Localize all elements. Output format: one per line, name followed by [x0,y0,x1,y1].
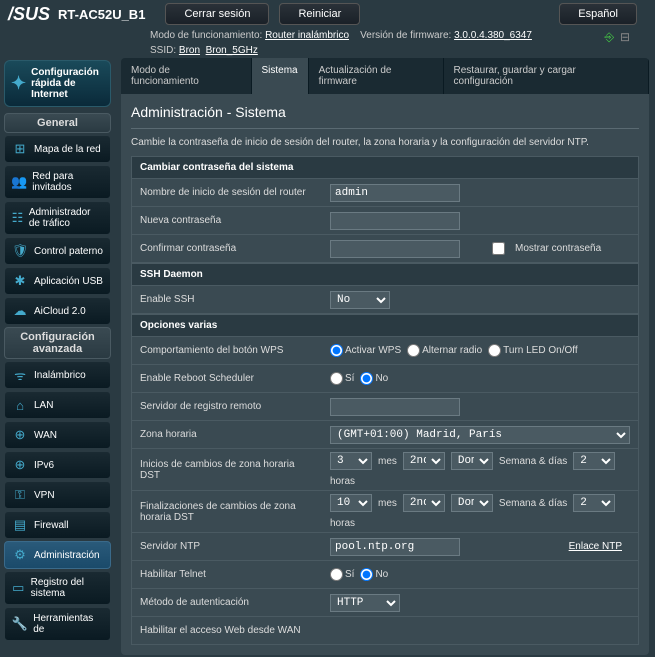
reboot-yes[interactable]: Sí [330,372,354,385]
telnet-no[interactable]: No [360,568,388,581]
tab-system[interactable]: Sistema [252,58,309,94]
tab-opmode[interactable]: Modo de funcionamiento [121,58,252,94]
brand-logo: /SUS [8,4,50,25]
chart-icon: ☷ [11,210,24,226]
telnet-yes[interactable]: Sí [330,568,354,581]
label-auth: Método de autenticación [132,592,322,613]
confirm-pass-input[interactable] [330,240,460,258]
sidebar-item-network-map[interactable]: ⊞Mapa de la red [4,135,111,163]
label-enable-ssh: Enable SSH [132,289,322,310]
usb-icon: ✱ [11,273,29,289]
label-reboot-sched: Enable Reboot Scheduler [132,368,322,389]
sidebar-item-guest[interactable]: 👥Red para invitados [4,165,111,199]
dst-end-day[interactable]: Dom [451,494,493,512]
dst-start-month[interactable]: 3 [330,452,372,470]
show-pass-label: Mostrar contraseña [515,243,601,254]
fw-label: Versión de firmware: [360,30,451,41]
label-confirm-pass: Confirmar contraseña [132,238,322,259]
dst-start-hour[interactable]: 2 [573,452,615,470]
wall-icon: ▤ [11,517,29,533]
wrench-icon: 🔧 [11,616,28,632]
page-desc: Cambie la contraseña de inicio de sesión… [131,137,639,148]
ntp-link[interactable]: Enlace NTP [569,541,622,552]
label-telnet: Habilitar Telnet [132,564,322,585]
cloud-icon: ☁ [11,303,29,319]
ssid-label: SSID: [150,45,176,56]
dst-end-month[interactable]: 10 [330,494,372,512]
reboot-no[interactable]: No [360,372,388,385]
label-remote-log: Servidor de registro remoto [132,396,322,417]
sidebar-item-usb[interactable]: ✱Aplicación USB [4,267,111,295]
group-misc: Opciones varias [131,314,639,337]
sidebar-item-firewall[interactable]: ▤Firewall [4,511,111,539]
key-icon: ⚿ [11,487,29,503]
sidebar-item-lan[interactable]: ⌂LAN [4,391,111,419]
quick-setup-label: Configuración rápida de Internet [31,67,104,100]
ssid1-link[interactable]: Bron [179,45,200,56]
mode-label: Modo de funcionamiento: [150,30,262,41]
new-pass-input[interactable] [330,212,460,230]
remote-log-input[interactable] [330,398,460,416]
sidebar-item-parental[interactable]: 🛡Control paterno [4,237,111,265]
label-dst-start: Inicios de cambios de zona horaria DST [132,454,322,486]
label-wan-access: Habilitar el acceso Web desde WAN [132,620,322,641]
group-ssh: SSH Daemon [131,263,639,286]
magic-wand-icon: ✦ [11,73,26,94]
ntp-input[interactable] [330,538,460,556]
plug-icon[interactable]: ⎆ [605,30,615,44]
login-name-input[interactable] [330,184,460,202]
ssh-select[interactable]: No [330,291,390,309]
book-icon: ▭ [11,580,26,596]
sidebar-item-wan[interactable]: ⊕WAN [4,421,111,449]
sidebar-item-vpn[interactable]: ⚿VPN [4,481,111,509]
label-timezone: Zona horaria [132,424,322,445]
mode-link[interactable]: Router inalámbrico [265,30,349,41]
label-dst-end: Finalizaciones de cambios de zona horari… [132,496,322,528]
wps-opt3[interactable]: Turn LED On/Off [488,344,577,357]
logout-button[interactable]: Cerrar sesión [165,3,269,25]
label-login-name: Nombre de inicio de sesión del router [132,182,322,203]
home-icon: ⌂ [11,397,29,413]
page-title: Administración - Sistema [131,104,639,129]
auth-select[interactable]: HTTP [330,594,400,612]
shield-icon: 🛡 [11,243,29,259]
show-pass-checkbox[interactable] [492,242,505,255]
sidebar-item-aicloud[interactable]: ☁AiCloud 2.0 [4,297,111,325]
sidebar-item-admin[interactable]: ⚙Administración [4,541,111,569]
label-new-pass: Nueva contraseña [132,210,322,231]
language-button[interactable]: Español [559,3,637,25]
wifi-icon: ᯤ [11,367,29,383]
quick-setup-button[interactable]: ✦ Configuración rápida de Internet [4,60,111,107]
tab-firmware[interactable]: Actualización de firmware [309,58,444,94]
section-general: General [4,113,111,133]
model-name: RT-AC52U_B1 [58,7,145,22]
sidebar-item-traffic[interactable]: ☷Administrador de tráfico [4,201,111,235]
gear-icon: ⚙ [11,547,29,563]
usb-icon[interactable]: ⊟ [620,30,630,44]
map-icon: ⊞ [11,141,29,157]
sidebar-item-ipv6[interactable]: ⊕IPv6 [4,451,111,479]
dst-start-week[interactable]: 2nd [403,452,445,470]
tab-restore[interactable]: Restaurar, guardar y cargar configuració… [444,58,649,94]
reboot-button[interactable]: Reiniciar [279,3,360,25]
fw-link[interactable]: 3.0.0.4.380_6347 [454,30,532,41]
group-password: Cambiar contraseña del sistema [131,156,639,179]
ssid2-link[interactable]: Bron_5GHz [206,45,258,56]
dst-end-week[interactable]: 2nd [403,494,445,512]
dst-start-day[interactable]: Dom [451,452,493,470]
sidebar-item-tools[interactable]: 🔧Herramientas de [4,607,111,641]
wps-opt1[interactable]: Activar WPS [330,344,401,357]
label-ntp: Servidor NTP [132,536,322,557]
users-icon: 👥 [11,174,27,190]
sidebar-item-wireless[interactable]: ᯤInalámbrico [4,361,111,389]
dst-end-hour[interactable]: 2 [573,494,615,512]
wps-opt2[interactable]: Alternar radio [407,344,482,357]
globe-icon: ⊕ [11,427,29,443]
timezone-select[interactable]: (GMT+01:00) Madrid, París [330,426,630,444]
section-advanced: Configuración avanzada [4,327,111,359]
globe-icon: ⊕ [11,457,29,473]
label-wps: Comportamiento del botón WPS [132,340,322,361]
